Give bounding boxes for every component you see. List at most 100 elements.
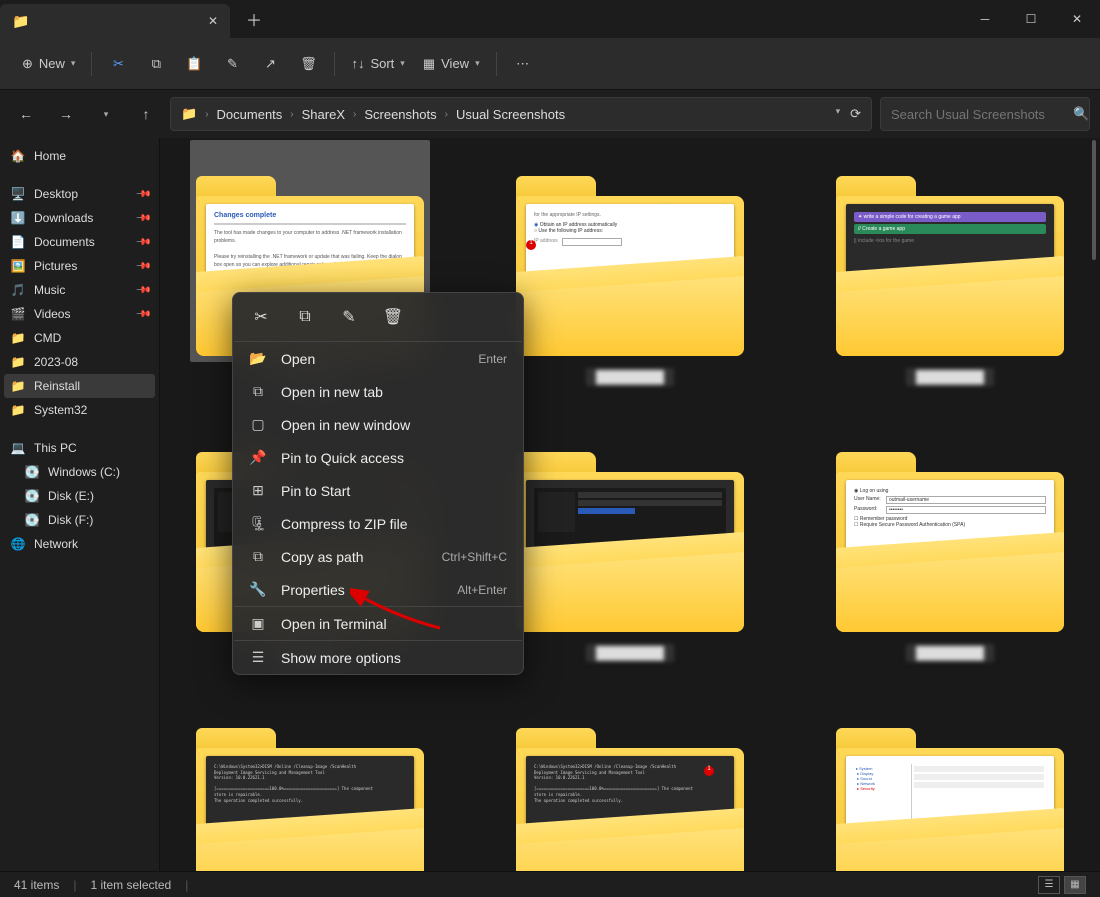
folder-item[interactable]: ████████ xyxy=(500,416,760,662)
search-icon[interactable]: 🔍 xyxy=(1073,106,1089,122)
folder-item[interactable]: C:\Windows\System32>DISM /Online /Cleanu… xyxy=(500,692,760,871)
search-input[interactable] xyxy=(891,107,1067,122)
folder-item[interactable]: ▸ System ▸ Display ▸ Sound ▸ Network ▸ S… xyxy=(820,692,1080,871)
minimize-button[interactable]: ─ xyxy=(962,0,1008,38)
ctx-compress-to-zip-file[interactable]: 🗜Compress to ZIP file xyxy=(233,507,523,540)
sidebar-drive[interactable]: 💽Disk (E:) xyxy=(4,484,155,508)
ctx-show-more[interactable]: ☰ Show more options xyxy=(233,641,523,674)
folder-item[interactable]: for the appropriate IP settings.◉ Obtain… xyxy=(500,140,760,386)
folder-thumbnail: for the appropriate IP settings.◉ Obtain… xyxy=(516,146,744,356)
tab-close-icon[interactable]: ✕ xyxy=(208,14,218,28)
ctx-more-label: Show more options xyxy=(281,650,507,666)
dropdown-icon[interactable]: ▾ xyxy=(836,106,841,122)
pin-icon: 📌 xyxy=(134,258,151,275)
chevron-right-icon: › xyxy=(205,109,208,120)
new-tab-button[interactable]: ＋ xyxy=(230,7,278,31)
ellipsis-icon: ⋯ xyxy=(516,56,529,72)
ctx-item-label: Open xyxy=(281,351,464,367)
separator xyxy=(496,52,497,76)
sidebar-item-videos[interactable]: 🎬Videos📌 xyxy=(4,302,155,326)
refresh-button[interactable]: ⟳ xyxy=(850,106,861,122)
folder-item[interactable]: C:\Windows\System32>DISM /Online /Cleanu… xyxy=(180,692,440,871)
props-icon: 🔧 xyxy=(249,581,267,598)
sidebar-home[interactable]: 🏠 Home xyxy=(4,144,155,168)
sidebar-item-system32[interactable]: 📁System32 xyxy=(4,398,155,422)
ctx-open[interactable]: 📂OpenEnter xyxy=(233,342,523,375)
pin-icon: 📌 xyxy=(134,282,151,299)
rename-button[interactable]: ✎ xyxy=(214,46,250,82)
breadcrumb-sharex[interactable]: ShareX xyxy=(302,107,345,122)
drive-icon: 💽 xyxy=(24,513,40,527)
view-button[interactable]: ▦ View ▾ xyxy=(415,46,488,82)
paste-button[interactable]: 📋 xyxy=(176,46,212,82)
item-label: ████████ xyxy=(906,644,994,662)
sidebar-item-2023-08[interactable]: 📁2023-08 xyxy=(4,350,155,374)
ctx-properties[interactable]: 🔧PropertiesAlt+Enter xyxy=(233,573,523,606)
window-tab[interactable]: 📁 ✕ xyxy=(0,4,230,38)
sidebar-item-label: Reinstall xyxy=(34,379,80,393)
share-button[interactable]: ↗ xyxy=(252,46,288,82)
sidebar-network[interactable]: 🌐 Network xyxy=(4,532,155,556)
ctx-open-in-new-tab[interactable]: ⧉Open in new tab xyxy=(233,375,523,408)
details-view-button[interactable]: ☰ xyxy=(1038,876,1060,894)
back-button[interactable]: ← xyxy=(10,98,42,130)
thumbnails-view-button[interactable]: ▦ xyxy=(1064,876,1086,894)
folder-thumbnail: ▸ System ▸ Display ▸ Sound ▸ Network ▸ S… xyxy=(836,698,1064,871)
chevron-right-icon: › xyxy=(290,109,293,120)
ctx-item-label: Copy as path xyxy=(281,549,428,565)
sidebar-item-documents[interactable]: 📄Documents📌 xyxy=(4,230,155,254)
cut-button[interactable]: ✂ xyxy=(100,46,136,82)
ctx-cut-icon[interactable]: ✂ xyxy=(251,307,271,327)
sidebar-item-downloads[interactable]: ⬇️Downloads📌 xyxy=(4,206,155,230)
ctx-open-terminal[interactable]: ▣ Open in Terminal xyxy=(233,607,523,640)
ctx-delete-icon[interactable]: 🗑 xyxy=(383,307,403,327)
sidebar-drive[interactable]: 💽Windows (C:) xyxy=(4,460,155,484)
delete-button[interactable]: 🗑 xyxy=(290,46,326,82)
breadcrumb-usual[interactable]: Usual Screenshots xyxy=(456,107,565,122)
context-menu: ✂ ⧉ ✎ 🗑 📂OpenEnter⧉Open in new tab▢Open … xyxy=(232,292,524,675)
breadcrumb-screenshots[interactable]: Screenshots xyxy=(364,107,436,122)
sidebar-drive[interactable]: 💽Disk (F:) xyxy=(4,508,155,532)
sidebar-item-desktop[interactable]: 🖥️Desktop📌 xyxy=(4,182,155,206)
view-label: View xyxy=(441,56,469,71)
sidebar-item-pictures[interactable]: 🖼️Pictures📌 xyxy=(4,254,155,278)
trash-icon: 🗑 xyxy=(300,56,317,72)
sidebar-this-pc[interactable]: 💻 This PC xyxy=(4,436,155,460)
sidebar-item-cmd[interactable]: 📁CMD xyxy=(4,326,155,350)
sort-label: Sort xyxy=(370,56,394,71)
sidebar-item-label: Videos xyxy=(34,307,70,321)
folder-thumbnail: ◉ Log on usingUser Name:outmail-username… xyxy=(836,422,1064,632)
folder-item[interactable]: ✦ write a simple code for creating a gam… xyxy=(820,140,1080,386)
ctx-terminal-label: Open in Terminal xyxy=(281,616,507,632)
ctx-rename-icon[interactable]: ✎ xyxy=(339,307,359,327)
folder-icon: 📁 xyxy=(10,379,26,393)
separator xyxy=(91,52,92,76)
recent-button[interactable]: ▾ xyxy=(90,98,122,130)
more-button[interactable]: ⋯ xyxy=(505,46,541,82)
ctx-copy-icon[interactable]: ⧉ xyxy=(295,307,315,327)
new-button[interactable]: ⊕ New ▾ xyxy=(14,46,83,82)
cut-icon: ✂ xyxy=(113,56,124,72)
sort-button[interactable]: ↑↓ Sort ▾ xyxy=(343,46,412,82)
maximize-button[interactable]: ☐ xyxy=(1008,0,1054,38)
desktop-icon: 🖥️ xyxy=(10,187,26,201)
breadcrumb-documents[interactable]: Documents xyxy=(217,107,283,122)
forward-button[interactable]: → xyxy=(50,98,82,130)
folder-item[interactable]: ◉ Log on usingUser Name:outmail-username… xyxy=(820,416,1080,662)
new-label: New xyxy=(39,56,65,71)
pc-icon: 💻 xyxy=(10,441,26,455)
folder-thumbnail: ✦ write a simple code for creating a gam… xyxy=(836,146,1064,356)
ctx-open-in-new-window[interactable]: ▢Open in new window xyxy=(233,408,523,441)
pin-icon: 📌 xyxy=(134,186,151,203)
sidebar-item-music[interactable]: 🎵Music📌 xyxy=(4,278,155,302)
ctx-copy-as-path[interactable]: ⧉Copy as pathCtrl+Shift+C xyxy=(233,540,523,573)
close-window-button[interactable]: ✕ xyxy=(1054,0,1100,38)
ctx-pin-to-start[interactable]: ⊞Pin to Start xyxy=(233,474,523,507)
copy-button[interactable]: ⧉ xyxy=(138,46,174,82)
address-bar[interactable]: 📁 › Documents › ShareX › Screenshots › U… xyxy=(170,97,872,131)
search-box[interactable]: 🔍 xyxy=(880,97,1090,131)
sidebar-item-reinstall[interactable]: 📁 Reinstall xyxy=(4,374,155,398)
up-button[interactable]: ↑ xyxy=(130,98,162,130)
scrollbar[interactable] xyxy=(1090,140,1098,540)
ctx-pin-to-quick-access[interactable]: 📌Pin to Quick access xyxy=(233,441,523,474)
